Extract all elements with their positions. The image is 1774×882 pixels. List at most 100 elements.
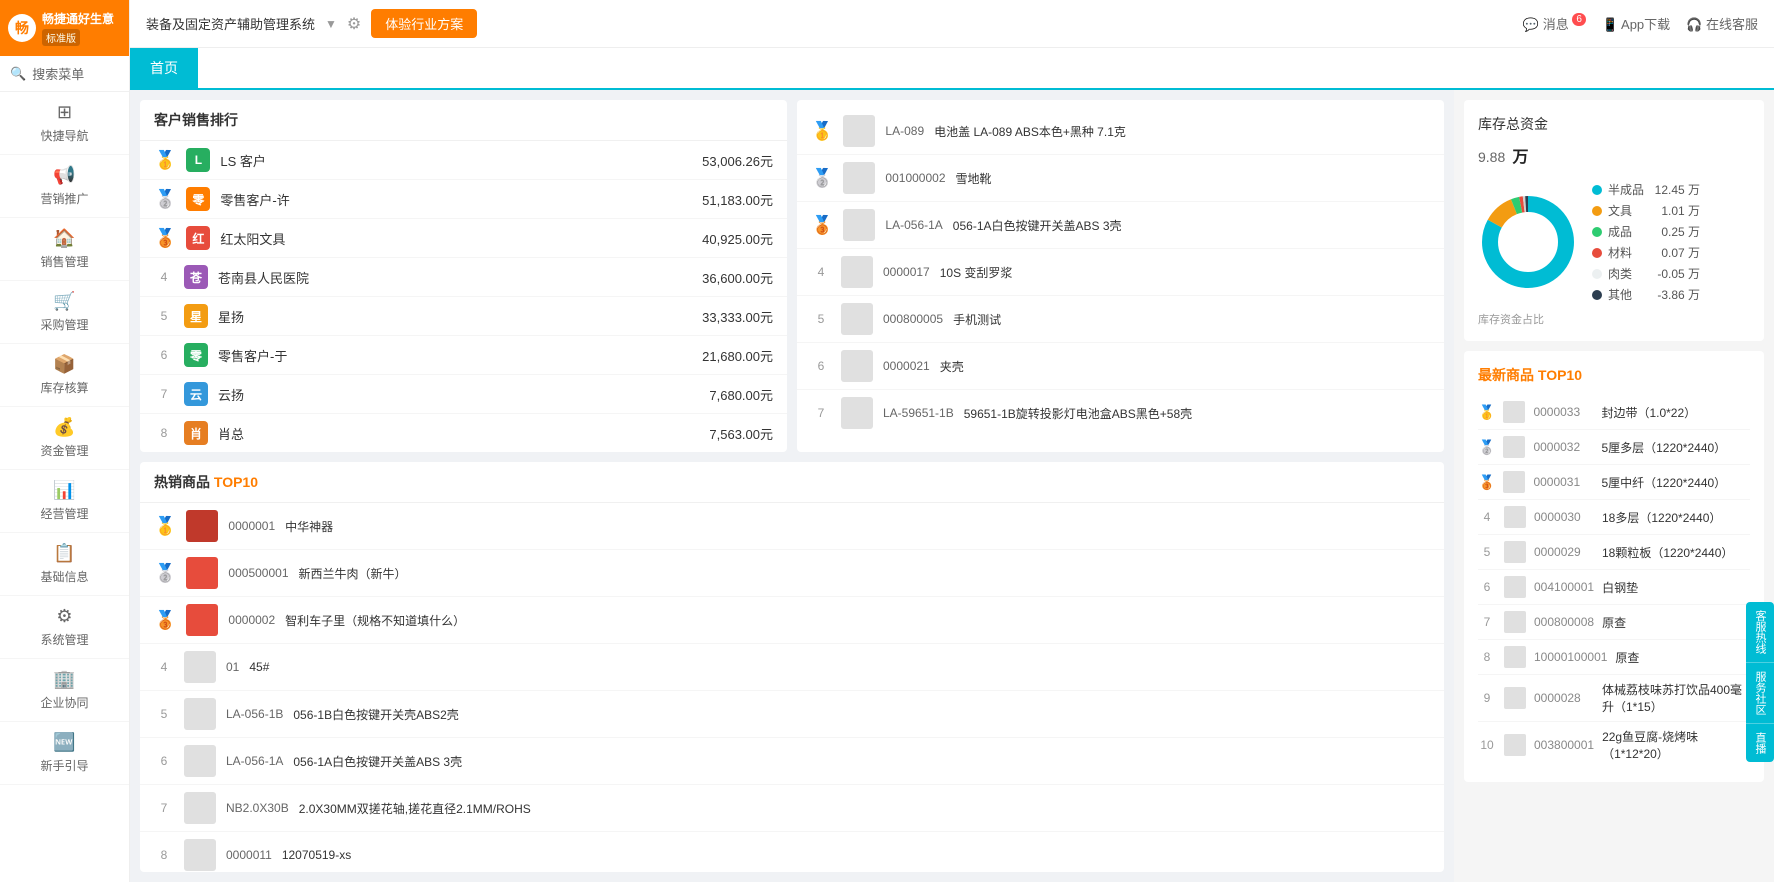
product-image — [1503, 471, 1525, 493]
table-row: 8 肖 肖总 7,563.00元 — [140, 414, 787, 452]
list-item: 🥉 0000002 智利车子里（规格不知道填什么） — [140, 597, 1444, 644]
tab-home[interactable]: 首页 — [130, 48, 198, 90]
sidebar: 畅 畅捷通好生意 标准版 🔍 搜索菜单 ⊞快捷导航📢营销推广🏠销售管理🛒采购管理… — [0, 0, 130, 882]
right-panel: 库存总资金 9.88 万 — [1454, 90, 1774, 882]
product-image — [184, 745, 216, 777]
list-item: 9 0000028 体械荔枝味苏打饮品400毫升（1*15） — [1478, 675, 1750, 722]
hot-title: 热销商品 TOP10 — [154, 472, 258, 492]
rank-number: 4 — [154, 270, 174, 284]
product-code: 0000001 — [228, 519, 275, 533]
sidebar-item-label: 资金管理 — [40, 442, 88, 459]
settings-icon[interactable]: ⚙ — [347, 14, 361, 34]
customer-badge: L — [186, 148, 210, 172]
product-image — [843, 209, 875, 241]
sidebar-item-guide[interactable]: 🆕新手引导 — [0, 722, 129, 785]
float-button[interactable]: 客服热线 — [1746, 602, 1774, 663]
dropdown-arrow[interactable]: ▼ — [325, 17, 337, 31]
gold-medal-icon: 🥇 — [154, 150, 176, 171]
list-item: 🥉 LA-056-1A 056-1A白色按键开关盖ABS 3壳 — [797, 202, 1444, 249]
topbar-right: 💬 消息 6 📱 App下载 🎧 在线客服 — [1523, 14, 1758, 33]
legend-name: 材料 — [1608, 244, 1632, 261]
product-image — [186, 510, 218, 542]
list-item: 🥇 0000033 封边带（1.0*22） — [1478, 395, 1750, 430]
legend-dot — [1592, 227, 1602, 237]
rank-number: 10 — [1478, 738, 1496, 752]
search-menu[interactable]: 🔍 搜索菜单 — [0, 56, 129, 92]
list-item: 7 LA-59651-1B 59651-1B旋转投影灯电池盒ABS黑色+58壳 — [797, 390, 1444, 436]
product-image — [1504, 541, 1526, 563]
product-name: 原查 — [1615, 649, 1750, 666]
list-item: 🥇 0000001 中华神器 — [140, 503, 1444, 550]
sidebar-item-marketing[interactable]: 📢营销推广 — [0, 155, 129, 218]
guide-icon: 🆕 — [53, 732, 75, 753]
legend-dot — [1592, 290, 1602, 300]
product-code: 0000030 — [1534, 510, 1594, 524]
float-button[interactable]: 直播 — [1746, 724, 1774, 762]
sidebar-item-operation[interactable]: 📊经营管理 — [0, 470, 129, 533]
rank-number: 9 — [1478, 691, 1496, 705]
product-name: 体械荔枝味苏打饮品400毫升（1*15） — [1602, 681, 1750, 715]
list-item: 8 10000100001 原查 — [1478, 640, 1750, 675]
product-code: 000800008 — [1534, 615, 1594, 629]
sidebar-item-label: 经营管理 — [40, 505, 88, 522]
bronze-medal-icon: 🥉 — [1478, 474, 1495, 491]
bronze-medal-icon: 🥉 — [154, 610, 176, 631]
product-image — [1504, 734, 1526, 756]
sidebar-item-label: 快捷导航 — [40, 127, 88, 144]
newest-title: 最新商品 TOP10 — [1478, 365, 1750, 385]
product-code: LA-056-1B — [226, 707, 283, 721]
rank-number: 6 — [811, 359, 831, 373]
customer-amount: 40,925.00元 — [702, 229, 773, 248]
float-button[interactable]: 服务社区 — [1746, 663, 1774, 724]
table-row: 5 星 星扬 33,333.00元 — [140, 297, 787, 336]
legend-item: 材料 0.07 万 — [1592, 244, 1700, 261]
legend-value: 0.07 万 — [1650, 244, 1700, 261]
legend-dot — [1592, 206, 1602, 216]
sidebar-item-sales[interactable]: 🏠销售管理 — [0, 218, 129, 281]
marketing-icon: 📢 — [53, 165, 75, 186]
product-code: LA-59651-1B — [883, 406, 954, 420]
legend-name: 半成品 — [1608, 181, 1644, 198]
customer-amount: 21,680.00元 — [702, 346, 773, 365]
table-row: 7 云 云扬 7,680.00元 — [140, 375, 787, 414]
online-service-btn[interactable]: 🎧 在线客服 — [1686, 14, 1758, 33]
product-name: 雪地靴 — [956, 170, 1431, 187]
product-name: 056-1A白色按键开关盖ABS 3壳 — [953, 217, 1430, 234]
customer-badge: 云 — [184, 382, 208, 406]
legend-dot — [1592, 269, 1602, 279]
product-name: 10S 变刮罗浆 — [940, 264, 1430, 281]
product-code: 01 — [226, 660, 239, 674]
main-area: 装备及固定资产辅助管理系统 ▼ ⚙ 体验行业方案 💬 消息 6 📱 App下载 … — [130, 0, 1774, 882]
product-image — [843, 162, 875, 194]
silver-medal-icon: 🥈 — [811, 168, 833, 189]
product-name: 智利车子里（规格不知道填什么） — [285, 612, 1430, 629]
product-image — [1504, 687, 1526, 709]
rank-number: 7 — [154, 387, 174, 401]
sidebar-item-finance[interactable]: 💰资金管理 — [0, 407, 129, 470]
sidebar-item-basic[interactable]: 📋基础信息 — [0, 533, 129, 596]
sidebar-item-inventory[interactable]: 📦库存核算 — [0, 344, 129, 407]
legend-value: 12.45 万 — [1650, 181, 1700, 198]
inventory-panel: 库存总资金 9.88 万 — [1464, 100, 1764, 341]
sidebar-item-purchase[interactable]: 🛒采购管理 — [0, 281, 129, 344]
message-btn[interactable]: 💬 消息 6 — [1523, 14, 1586, 33]
product-code: 0000031 — [1533, 475, 1593, 489]
rank-number: 5 — [154, 707, 174, 721]
hot-products-left-list: 🥇 0000001 中华神器 🥈 000500001 新西兰牛肉（新牛） 🥉 0… — [140, 503, 1444, 872]
app-download-btn[interactable]: 📱 App下载 — [1602, 14, 1670, 33]
hot-top-label: TOP10 — [214, 474, 258, 490]
sidebar-item-company[interactable]: 🏢企业协同 — [0, 659, 129, 722]
legend-item: 肉类 -0.05 万 — [1592, 265, 1700, 282]
trial-btn[interactable]: 体验行业方案 — [371, 9, 477, 38]
hot-products-left-header: 热销商品 TOP10 — [140, 462, 1444, 503]
product-name: 056-1A白色按键开关盖ABS 3壳 — [293, 753, 1430, 770]
product-image — [841, 350, 873, 382]
rank-number: 6 — [154, 348, 174, 362]
sidebar-item-quicknav[interactable]: ⊞快捷导航 — [0, 92, 129, 155]
product-code: 0000032 — [1533, 440, 1593, 454]
product-image — [186, 604, 218, 636]
legend-value: -0.05 万 — [1650, 265, 1700, 282]
table-row: 4 苍 苍南县人民医院 36,600.00元 — [140, 258, 787, 297]
sidebar-item-system[interactable]: ⚙系统管理 — [0, 596, 129, 659]
inventory-sub-label: 库存资金占比 — [1478, 311, 1750, 327]
